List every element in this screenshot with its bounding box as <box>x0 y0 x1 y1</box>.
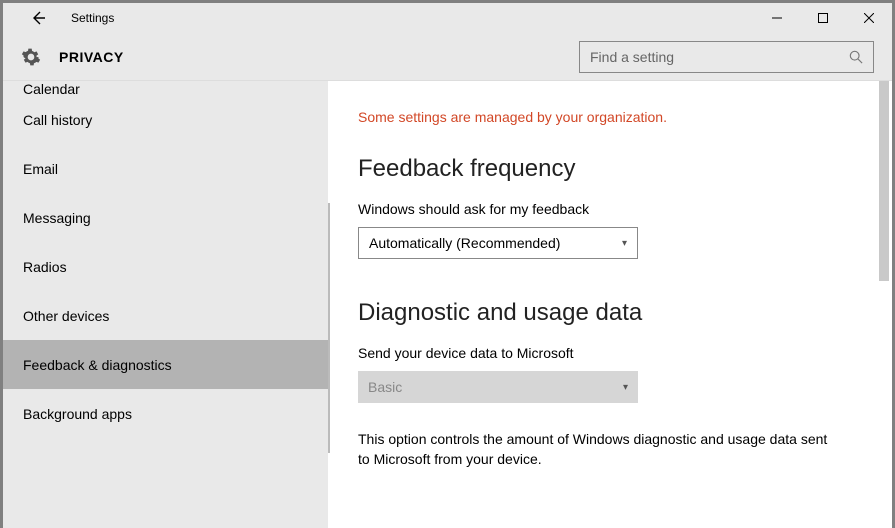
window-controls <box>754 3 892 33</box>
maximize-button[interactable] <box>800 3 846 33</box>
sidebar-item-radios[interactable]: Radios <box>3 242 328 291</box>
diagnostic-data-dropdown: Basic ▾ <box>358 371 638 403</box>
scrollbar-thumb[interactable] <box>879 81 889 281</box>
back-arrow-icon <box>30 10 46 26</box>
header: PRIVACY <box>3 33 892 81</box>
sidebar-item-label: Feedback & diagnostics <box>23 357 172 373</box>
sidebar: Calendar Call history Email Messaging Ra… <box>3 81 328 528</box>
maximize-icon <box>818 13 828 23</box>
diagnostic-data-description: This option controls the amount of Windo… <box>358 429 838 470</box>
divider <box>328 203 330 453</box>
dropdown-value: Automatically (Recommended) <box>369 235 560 251</box>
sidebar-item-background-apps[interactable]: Background apps <box>3 389 328 438</box>
sidebar-item-label: Calendar <box>23 81 80 95</box>
sidebar-item-other-devices[interactable]: Other devices <box>3 291 328 340</box>
body: Calendar Call history Email Messaging Ra… <box>3 81 892 528</box>
org-managed-message: Some settings are managed by your organi… <box>358 109 862 125</box>
chevron-down-icon: ▾ <box>622 238 627 249</box>
gear-icon <box>21 47 41 67</box>
content-pane: Some settings are managed by your organi… <box>328 81 892 528</box>
window-title: Settings <box>71 11 114 25</box>
close-icon <box>864 13 874 23</box>
back-button[interactable] <box>23 3 53 33</box>
feedback-frequency-dropdown[interactable]: Automatically (Recommended) ▾ <box>358 227 638 259</box>
page-title: PRIVACY <box>59 49 124 65</box>
sidebar-item-call-history[interactable]: Call history <box>3 95 328 144</box>
feedback-frequency-label: Windows should ask for my feedback <box>358 201 862 217</box>
sidebar-item-label: Call history <box>23 112 92 128</box>
minimize-button[interactable] <box>754 3 800 33</box>
sidebar-item-label: Radios <box>23 259 67 275</box>
search-icon <box>849 50 863 64</box>
titlebar: Settings <box>3 3 892 33</box>
feedback-frequency-heading: Feedback frequency <box>358 155 862 183</box>
chevron-down-icon: ▾ <box>623 382 628 393</box>
sidebar-item-label: Email <box>23 161 58 177</box>
header-left: PRIVACY <box>21 47 124 67</box>
sidebar-item-messaging[interactable]: Messaging <box>3 193 328 242</box>
sidebar-item-label: Other devices <box>23 308 109 324</box>
sidebar-item-email[interactable]: Email <box>3 144 328 193</box>
dropdown-value: Basic <box>368 379 402 395</box>
sidebar-item-feedback-diagnostics[interactable]: Feedback & diagnostics <box>3 340 328 389</box>
sidebar-item-calendar[interactable]: Calendar <box>3 81 328 95</box>
search-input[interactable] <box>590 49 849 65</box>
sidebar-item-label: Background apps <box>23 406 132 422</box>
diagnostic-data-label: Send your device data to Microsoft <box>358 345 862 361</box>
close-button[interactable] <box>846 3 892 33</box>
diagnostic-data-heading: Diagnostic and usage data <box>358 299 862 327</box>
minimize-icon <box>772 13 782 23</box>
search-box[interactable] <box>579 41 874 73</box>
sidebar-item-label: Messaging <box>23 210 91 226</box>
